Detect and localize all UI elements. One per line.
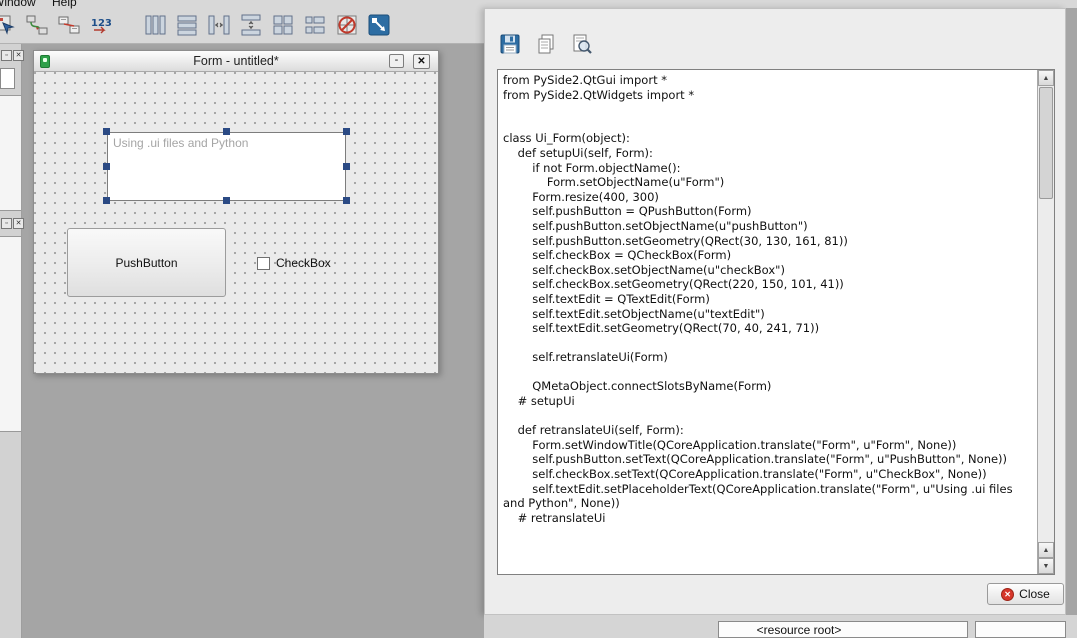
close-circle-icon: ✕ — [1001, 588, 1014, 601]
left-dock-strip: ▫ ✕ ▫ ✕ — [0, 44, 22, 638]
dock-float-icon[interactable]: ▫ — [1, 218, 12, 229]
code-viewer-toolbar — [497, 31, 595, 57]
form-titlebar[interactable]: Form - untitled* - ✕ — [34, 51, 438, 72]
edit-buddies-button[interactable] — [56, 12, 82, 38]
layout-split-horizontal-button[interactable] — [206, 12, 232, 38]
selection-handle[interactable] — [103, 128, 110, 135]
layout-split-vertical-button[interactable] — [238, 12, 264, 38]
checkbox-box-icon[interactable] — [257, 257, 270, 270]
break-layout-button[interactable] — [334, 12, 360, 38]
menu-window[interactable]: Window — [0, 0, 36, 9]
find-button[interactable] — [569, 31, 595, 57]
dock-filter-box[interactable] — [0, 68, 15, 89]
dock-list-area[interactable] — [0, 236, 21, 432]
pushbutton-widget[interactable]: PushButton — [67, 228, 226, 297]
layout-split-vertical-icon — [239, 13, 263, 37]
minimize-button[interactable]: - — [389, 54, 404, 68]
selection-handle[interactable] — [343, 128, 350, 135]
edit-widgets-icon — [0, 13, 17, 37]
scrollbar-thumb[interactable] — [1039, 87, 1053, 199]
close-button-label: Close — [1019, 587, 1050, 601]
adjust-size-button[interactable] — [366, 12, 392, 38]
selection-handle[interactable] — [223, 128, 230, 135]
layout-vertical-icon — [175, 13, 199, 37]
checkbox-widget[interactable]: CheckBox — [257, 253, 331, 273]
resource-list[interactable] — [975, 621, 1066, 638]
form-window-title: Form - untitled* — [34, 54, 438, 68]
textedit-placeholder: Using .ui files and Python — [108, 133, 345, 153]
layout-form-icon — [303, 13, 327, 37]
main-toolbar: 123 — [0, 12, 392, 38]
checkbox-label: CheckBox — [276, 256, 331, 270]
layout-form-button[interactable] — [302, 12, 328, 38]
code-viewer-dialog: from PySide2.QtGui import * from PySide2… — [484, 8, 1066, 615]
layout-horizontal-icon — [143, 13, 167, 37]
scroll-down-icon[interactable]: ▼ — [1038, 558, 1054, 574]
scroll-up-icon[interactable]: ▲ — [1038, 70, 1054, 86]
toolbar-separator — [120, 12, 136, 38]
form-editor-window: Form - untitled* - ✕ Using .ui files and… — [33, 50, 439, 374]
generated-code-text[interactable]: from PySide2.QtGui import * from PySide2… — [498, 70, 1037, 574]
selection-handle[interactable] — [103, 197, 110, 204]
find-icon — [570, 32, 594, 56]
dialog-close-button[interactable]: ✕ Close — [987, 583, 1064, 605]
code-view[interactable]: from PySide2.QtGui import * from PySide2… — [497, 69, 1055, 575]
edit-signals-slots-button[interactable] — [24, 12, 50, 38]
close-button[interactable]: ✕ — [413, 54, 430, 69]
selection-handle[interactable] — [343, 197, 350, 204]
form-canvas[interactable]: Using .ui files and Python PushButton Ch… — [34, 72, 438, 373]
edit-signals-slots-icon — [25, 13, 49, 37]
selection-handle[interactable] — [223, 197, 230, 204]
save-icon — [498, 32, 522, 56]
workspace-right-strip — [1066, 8, 1077, 615]
menu-help[interactable]: Help — [52, 0, 77, 9]
code-vertical-scrollbar[interactable]: ▲ ▲ ▼ — [1037, 70, 1054, 574]
selection-handle[interactable] — [343, 163, 350, 170]
adjust-size-icon — [367, 13, 391, 37]
layout-horizontal-button[interactable] — [142, 12, 168, 38]
resource-tree[interactable]: <resource root> — [718, 621, 968, 638]
layout-grid-button[interactable] — [270, 12, 296, 38]
layout-split-horizontal-icon — [207, 13, 231, 37]
selection-handle[interactable] — [103, 163, 110, 170]
edit-tab-order-button[interactable]: 123 — [88, 12, 114, 38]
textedit-widget[interactable]: Using .ui files and Python — [107, 132, 346, 201]
dock-close-icon[interactable]: ✕ — [13, 50, 24, 61]
copy-icon — [534, 32, 558, 56]
save-button[interactable] — [497, 31, 523, 57]
dock-list-area[interactable] — [0, 95, 21, 211]
edit-buddies-icon — [57, 13, 81, 37]
resource-root-item[interactable]: <resource root> — [719, 622, 879, 637]
layout-grid-icon — [271, 13, 295, 37]
layout-vertical-button[interactable] — [174, 12, 200, 38]
break-layout-icon — [335, 13, 359, 37]
edit-tab-order-icon: 123 — [89, 13, 113, 37]
dock-close-icon[interactable]: ✕ — [13, 218, 24, 229]
dock-float-icon[interactable]: ▫ — [1, 50, 12, 61]
edit-widgets-button[interactable] — [0, 12, 18, 38]
scroll-up-icon[interactable]: ▲ — [1038, 542, 1054, 558]
copy-button[interactable] — [533, 31, 559, 57]
qt-designer-window: Window Help — [0, 0, 1077, 638]
